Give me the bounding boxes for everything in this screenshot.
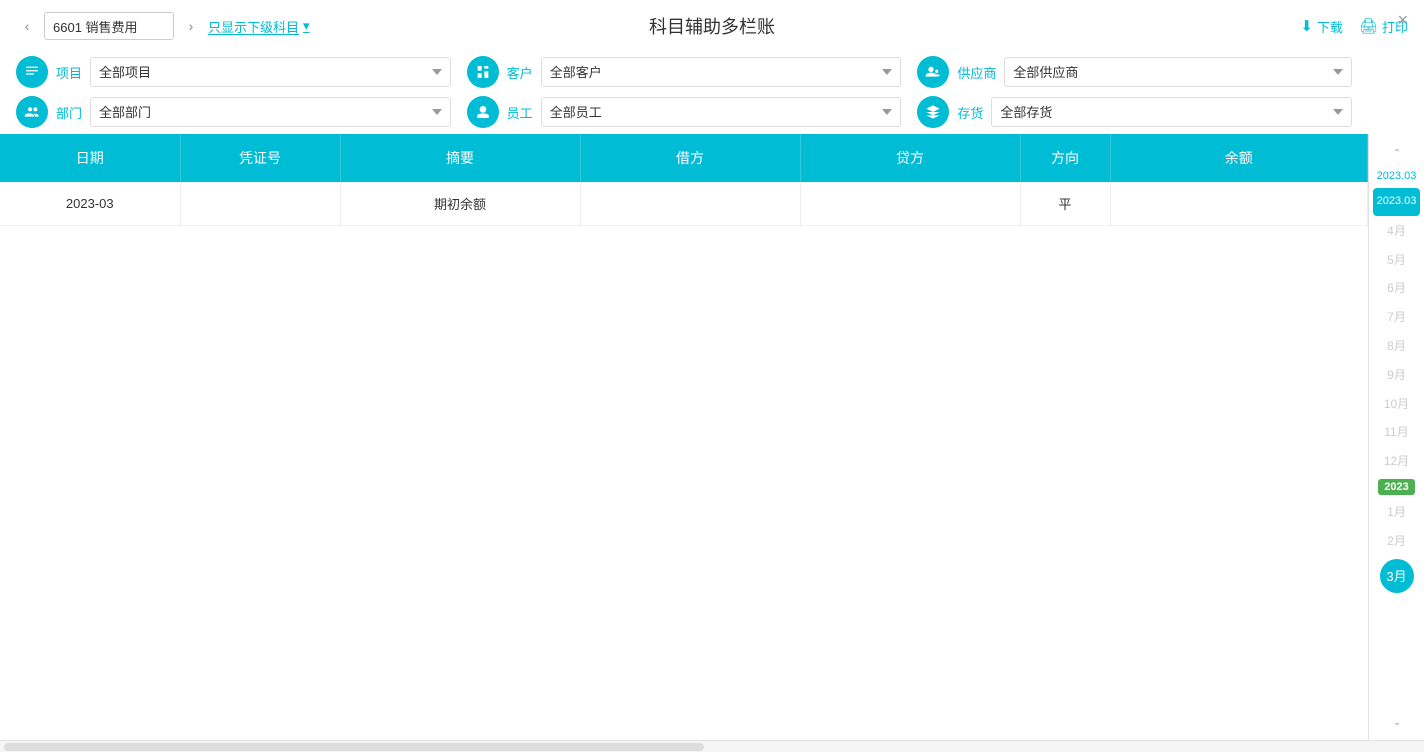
title-bar: ‹ › 只显示下级科目 ▾ 科目辅助多栏账 ⬇ 下载 🖨 打印 × [0, 0, 1424, 48]
timeline-down-btn[interactable] [1381, 708, 1413, 740]
timeline-item-5[interactable]: 5月 [1369, 246, 1424, 275]
col-voucher-header: 凭证号 [180, 134, 340, 182]
main-table: 日期 凭证号 摘要 借方 贷方 方向 余额 2023-03 期初余额 [0, 134, 1368, 226]
table-body: 2023-03 期初余额 平 [0, 182, 1368, 226]
project-select[interactable]: 全部项目 [90, 57, 451, 87]
title-right: ⬇ 下载 🖨 打印 × [1300, 17, 1408, 36]
timeline-item-4[interactable]: 4月 [1369, 217, 1424, 246]
col-summary-header: 摘要 [340, 134, 580, 182]
table-header: 日期 凭证号 摘要 借方 贷方 方向 余额 [0, 134, 1368, 182]
department-icon [16, 96, 48, 128]
show-sub-btn[interactable]: 只显示下级科目 ▾ [208, 17, 310, 36]
filter-item-employee: 员工 全部员工 [467, 96, 902, 128]
timeline-item-8[interactable]: 8月 [1369, 332, 1424, 361]
cell-summary: 期初余额 [340, 182, 580, 226]
filter-section: 项目 全部项目 客户 全部客户 [0, 48, 1424, 134]
project-label: 项目 [56, 63, 82, 82]
timeline-item-2[interactable]: 2月 [1369, 527, 1424, 556]
timeline-item-9[interactable]: 9月 [1369, 361, 1424, 390]
cell-voucher [180, 182, 340, 226]
account-input[interactable] [44, 12, 174, 40]
cell-debit [580, 182, 800, 226]
department-label: 部门 [56, 103, 82, 122]
content-area: 日期 凭证号 摘要 借方 贷方 方向 余额 2023-03 期初余额 [0, 134, 1424, 740]
main-window: ‹ › 只显示下级科目 ▾ 科目辅助多栏账 ⬇ 下载 🖨 打印 × [0, 0, 1424, 752]
page-title: 科目辅助多栏账 [649, 13, 775, 39]
timeline-item-11[interactable]: 11月 [1369, 418, 1424, 447]
filter-item-customer: 客户 全部客户 [467, 56, 902, 88]
supplier-select[interactable]: 全部供应商 [1004, 57, 1352, 87]
department-select[interactable]: 全部部门 [90, 97, 451, 127]
project-icon [16, 56, 48, 88]
timeline-sidebar: 2023.03 2023.03 4月 5月 6月 7月 8月 9月 10月 11… [1368, 134, 1424, 740]
show-sub-label: 只显示下级科目 [208, 17, 299, 36]
filter-item-supplier: 供应商 全部供应商 [917, 56, 1352, 88]
cell-credit [800, 182, 1020, 226]
inventory-label: 存货 [957, 103, 983, 122]
cell-balance [1110, 182, 1368, 226]
timeline-item-7[interactable]: 7月 [1369, 303, 1424, 332]
download-label: 下载 [1317, 17, 1343, 36]
year-badge-container: 2023 [1369, 476, 1424, 498]
close-btn[interactable]: × [1397, 10, 1408, 31]
employee-label: 员工 [507, 103, 533, 122]
download-icon: ⬇ [1300, 17, 1313, 35]
prev-account-btn[interactable]: ‹ [16, 15, 38, 37]
table-container[interactable]: 日期 凭证号 摘要 借方 贷方 方向 余额 2023-03 期初余额 [0, 134, 1368, 740]
download-btn[interactable]: ⬇ 下载 [1300, 17, 1343, 36]
timeline-item-6[interactable]: 6月 [1369, 274, 1424, 303]
year-badge-2023[interactable]: 2023 [1378, 479, 1414, 495]
col-debit-header: 借方 [580, 134, 800, 182]
col-credit-header: 贷方 [800, 134, 1020, 182]
col-direction-header: 方向 [1020, 134, 1110, 182]
supplier-icon [917, 56, 949, 88]
timeline-header-2023-03[interactable]: 2023.03 [1369, 166, 1424, 187]
supplier-label: 供应商 [957, 63, 996, 82]
next-account-btn[interactable]: › [180, 15, 202, 37]
filter-row-1: 项目 全部项目 客户 全部客户 [16, 56, 1352, 88]
table-row: 2023-03 期初余额 平 [0, 182, 1368, 226]
active-month-container: 3月 [1369, 556, 1424, 596]
inventory-select[interactable]: 全部存货 [991, 97, 1352, 127]
filter-item-inventory: 存货 全部存货 [917, 96, 1352, 128]
customer-label: 客户 [507, 63, 533, 82]
horizontal-scrollbar[interactable] [0, 740, 1424, 752]
active-month-3[interactable]: 3月 [1380, 559, 1414, 593]
title-left: ‹ › 只显示下级科目 ▾ [16, 12, 310, 40]
filter-item-department: 部门 全部部门 [16, 96, 451, 128]
employee-icon [467, 96, 499, 128]
timeline-selected-2023-03[interactable]: 2023.03 [1373, 188, 1420, 215]
timeline-item-12[interactable]: 12月 [1369, 447, 1424, 476]
customer-select[interactable]: 全部客户 [541, 57, 902, 87]
customer-icon [467, 56, 499, 88]
timeline-item-10[interactable]: 10月 [1369, 390, 1424, 419]
print-icon: 🖨 [1359, 17, 1378, 35]
dropdown-chevron-icon: ▾ [303, 18, 310, 34]
filter-item-project: 项目 全部项目 [16, 56, 451, 88]
filter-row-2: 部门 全部部门 员工 全部员工 [16, 96, 1352, 128]
cell-date: 2023-03 [0, 182, 180, 226]
timeline-up-btn[interactable] [1381, 134, 1413, 166]
col-date-header: 日期 [0, 134, 180, 182]
employee-select[interactable]: 全部员工 [541, 97, 902, 127]
cell-direction: 平 [1020, 182, 1110, 226]
col-balance-header: 余额 [1110, 134, 1368, 182]
scrollbar-track[interactable] [4, 743, 704, 751]
inventory-icon [917, 96, 949, 128]
timeline-item-1[interactable]: 1月 [1369, 498, 1424, 527]
